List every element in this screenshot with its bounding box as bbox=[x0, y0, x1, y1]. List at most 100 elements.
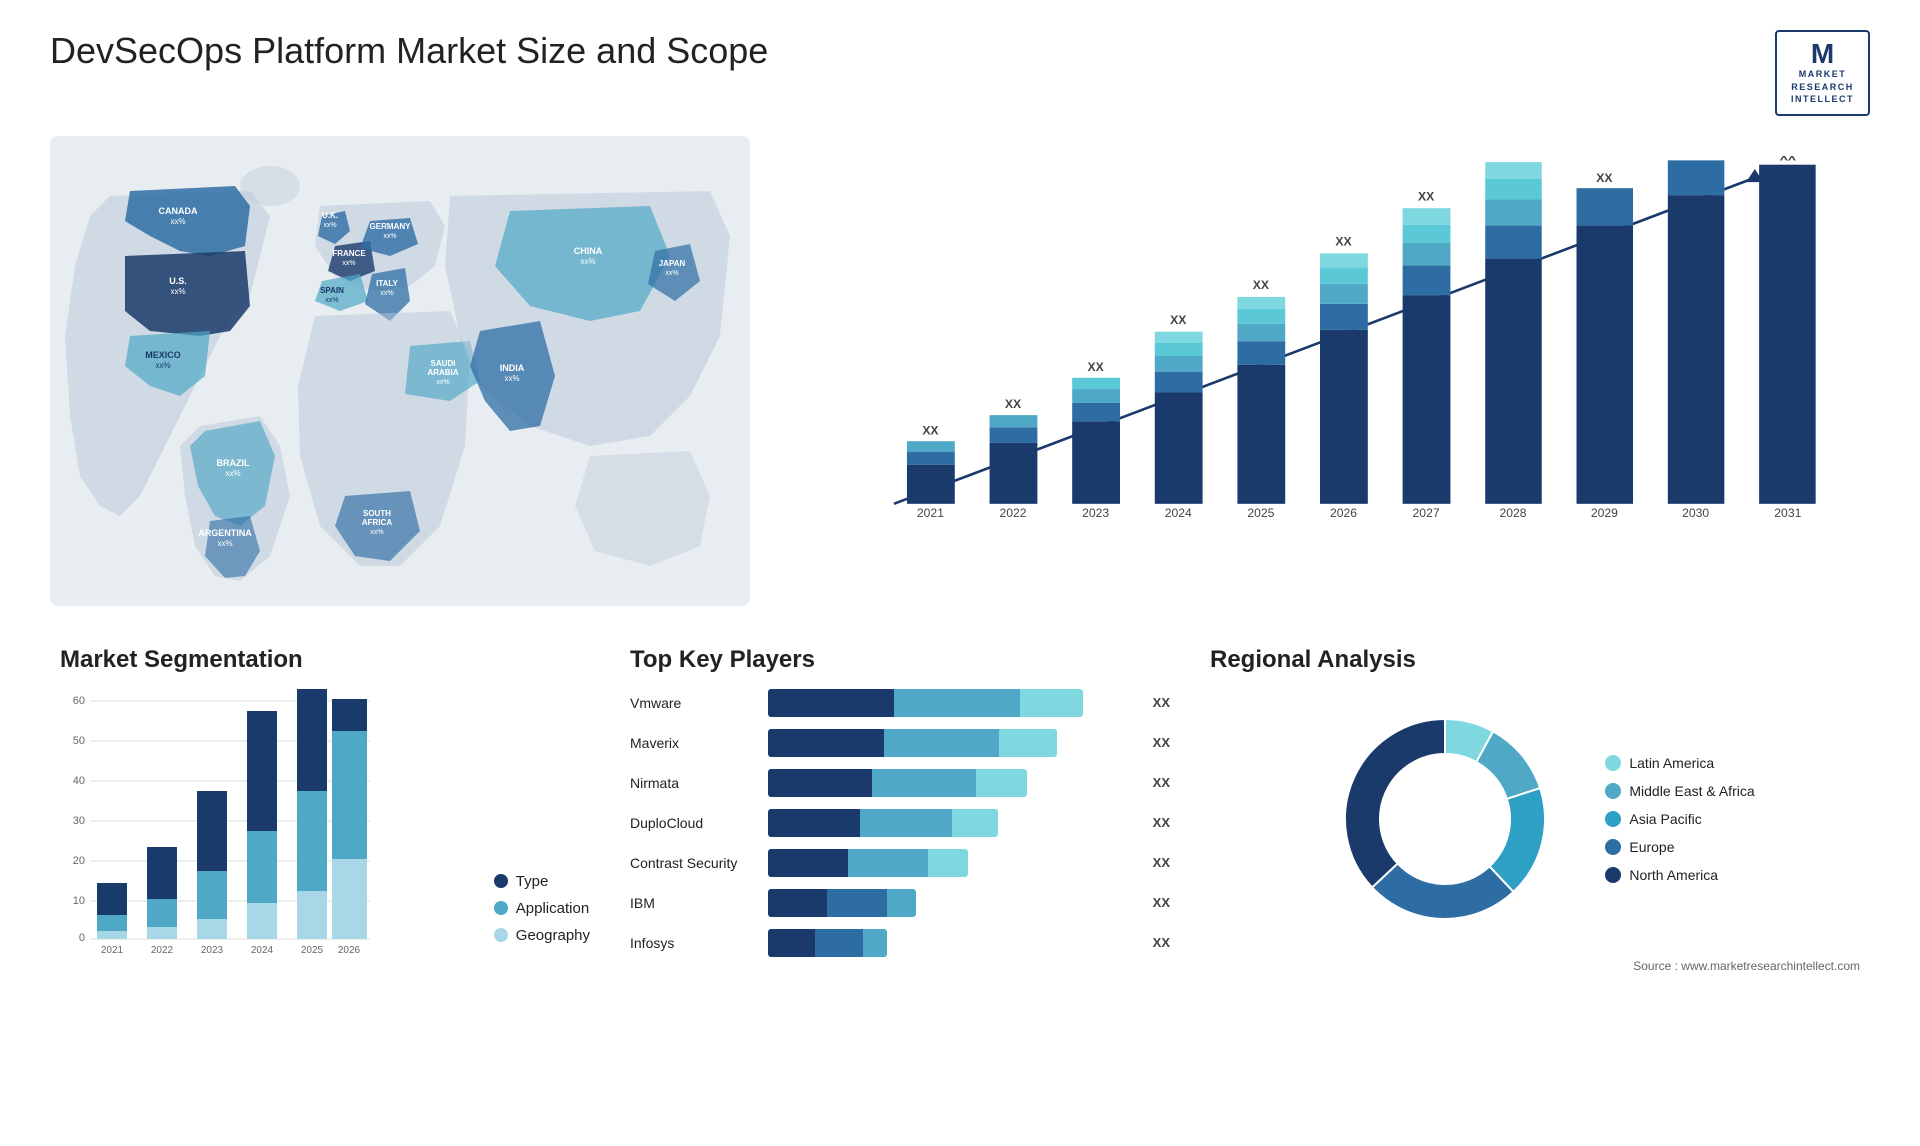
svg-text:2023: 2023 bbox=[1082, 506, 1109, 520]
regional-legend-label: Asia Pacific bbox=[1629, 811, 1701, 827]
svg-text:xx%: xx% bbox=[170, 287, 185, 296]
svg-text:xx%: xx% bbox=[217, 539, 232, 548]
svg-text:XX: XX bbox=[1253, 278, 1269, 292]
regional-legend-dot bbox=[1605, 811, 1621, 827]
svg-text:ARGENTINA: ARGENTINA bbox=[198, 528, 252, 538]
legend-geography-dot bbox=[494, 928, 508, 942]
player-row: MaverixXX bbox=[630, 729, 1170, 757]
svg-text:2030: 2030 bbox=[1682, 506, 1709, 520]
regional-legend-dot bbox=[1605, 867, 1621, 883]
world-map: CANADA xx% U.S. xx% MEXICO xx% BRAZIL xx… bbox=[50, 136, 750, 606]
regional-legend-item: North America bbox=[1605, 867, 1754, 883]
svg-text:2028: 2028 bbox=[1500, 506, 1527, 520]
players-section: Top Key Players VmwareXXMaverixXXNirmata… bbox=[620, 636, 1180, 1056]
segmentation-legend: Type Application Geography bbox=[494, 873, 590, 974]
player-xx-label: XX bbox=[1153, 769, 1170, 797]
svg-text:xx%: xx% bbox=[504, 374, 519, 383]
svg-text:ARABIA: ARABIA bbox=[427, 368, 458, 377]
svg-text:2021: 2021 bbox=[917, 506, 944, 520]
svg-text:XX: XX bbox=[1335, 234, 1351, 248]
segmentation-chart: 60 50 40 30 20 10 0 bbox=[60, 689, 474, 974]
svg-text:2026: 2026 bbox=[1330, 506, 1357, 520]
legend-geography-label: Geography bbox=[516, 927, 590, 944]
svg-text:2031: 2031 bbox=[1774, 506, 1801, 520]
players-list: VmwareXXMaverixXXNirmataXXDuploCloudXXCo… bbox=[630, 689, 1170, 957]
svg-text:xx%: xx% bbox=[380, 290, 393, 297]
svg-text:SPAIN: SPAIN bbox=[320, 286, 344, 295]
svg-text:XX: XX bbox=[1418, 189, 1434, 203]
logo-text: MARKET RESEARCH INTELLECT bbox=[1791, 68, 1854, 106]
player-bar bbox=[768, 809, 1139, 837]
svg-text:xx%: xx% bbox=[323, 222, 336, 229]
svg-text:50: 50 bbox=[73, 735, 85, 747]
player-row: Contrast SecurityXX bbox=[630, 849, 1170, 877]
bar-chart: XX 2021 XX 2022 XX 2023 XX 2024 bbox=[770, 136, 1870, 606]
svg-text:xx%: xx% bbox=[225, 469, 240, 478]
svg-text:2023: 2023 bbox=[201, 945, 224, 956]
player-bar bbox=[768, 729, 1139, 757]
svg-text:XX: XX bbox=[1596, 171, 1612, 185]
svg-text:xx%: xx% bbox=[665, 270, 678, 277]
svg-text:SOUTH: SOUTH bbox=[363, 509, 391, 518]
svg-text:AFRICA: AFRICA bbox=[362, 518, 392, 527]
svg-text:2025: 2025 bbox=[301, 945, 324, 956]
player-name: Infosys bbox=[630, 935, 760, 951]
svg-text:SAUDI: SAUDI bbox=[431, 359, 456, 368]
svg-text:CANADA: CANADA bbox=[159, 206, 198, 216]
player-xx-label: XX bbox=[1153, 929, 1170, 957]
regional-legend-dot bbox=[1605, 755, 1621, 771]
svg-text:JAPAN: JAPAN bbox=[659, 259, 686, 268]
regional-legend: Latin America Middle East & Africa Asia Pa… bbox=[1605, 755, 1754, 883]
legend-type-label: Type bbox=[516, 873, 549, 890]
legend-application: Application bbox=[494, 900, 590, 917]
regional-legend-label: North America bbox=[1629, 867, 1718, 883]
player-xx-label: XX bbox=[1153, 809, 1170, 837]
svg-text:XX: XX bbox=[1170, 313, 1186, 327]
regional-legend-item: Latin America bbox=[1605, 755, 1754, 771]
svg-text:XX: XX bbox=[1505, 156, 1521, 159]
svg-text:xx%: xx% bbox=[342, 260, 355, 267]
legend-geography: Geography bbox=[494, 927, 590, 944]
svg-text:0: 0 bbox=[79, 932, 85, 944]
segmentation-inner: 60 50 40 30 20 10 0 bbox=[60, 689, 590, 974]
player-name: Contrast Security bbox=[630, 855, 760, 871]
svg-text:2029: 2029 bbox=[1591, 506, 1618, 520]
regional-legend-label: Europe bbox=[1629, 839, 1674, 855]
regional-inner: Latin America Middle East & Africa Asia Pa… bbox=[1210, 689, 1860, 949]
player-bar bbox=[768, 929, 1139, 957]
logo: M MARKET RESEARCH INTELLECT bbox=[1775, 30, 1870, 116]
bottom-section: Market Segmentation 60 50 40 30 20 10 0 bbox=[50, 636, 1870, 1056]
regional-legend-dot bbox=[1605, 839, 1621, 855]
svg-text:GERMANY: GERMANY bbox=[370, 222, 412, 231]
player-bar bbox=[768, 889, 1139, 917]
header: DevSecOps Platform Market Size and Scope… bbox=[50, 30, 1870, 116]
regional-legend-dot bbox=[1605, 783, 1621, 799]
player-xx-label: XX bbox=[1153, 689, 1170, 717]
svg-text:2025: 2025 bbox=[1247, 506, 1274, 520]
player-name: DuploCloud bbox=[630, 815, 760, 831]
svg-text:xx%: xx% bbox=[155, 361, 170, 370]
svg-text:xx%: xx% bbox=[383, 233, 396, 240]
svg-text:xx%: xx% bbox=[436, 379, 449, 386]
regional-legend-label: Latin America bbox=[1629, 755, 1714, 771]
svg-text:XX: XX bbox=[1688, 156, 1704, 159]
svg-text:CHINA: CHINA bbox=[574, 246, 603, 256]
player-bar bbox=[768, 849, 1139, 877]
svg-text:U.K.: U.K. bbox=[322, 211, 338, 220]
svg-text:xx%: xx% bbox=[170, 217, 185, 226]
regional-legend-item: Asia Pacific bbox=[1605, 811, 1754, 827]
player-row: IBMXX bbox=[630, 889, 1170, 917]
legend-application-label: Application bbox=[516, 900, 589, 917]
svg-text:2024: 2024 bbox=[251, 945, 274, 956]
regional-legend-item: Middle East & Africa bbox=[1605, 783, 1754, 799]
svg-text:40: 40 bbox=[73, 775, 85, 787]
players-title: Top Key Players bbox=[630, 646, 1170, 674]
svg-text:BRAZIL: BRAZIL bbox=[217, 458, 250, 468]
regional-legend-item: Europe bbox=[1605, 839, 1754, 855]
logo-letter: M bbox=[1811, 40, 1834, 68]
svg-text:2022: 2022 bbox=[1000, 506, 1027, 520]
player-row: Infosys XX bbox=[630, 929, 1170, 957]
source-text: Source : www.marketresearchintellect.com bbox=[1210, 959, 1860, 973]
legend-type-dot bbox=[494, 874, 508, 888]
segmentation-section: Market Segmentation 60 50 40 30 20 10 0 bbox=[50, 636, 600, 1056]
